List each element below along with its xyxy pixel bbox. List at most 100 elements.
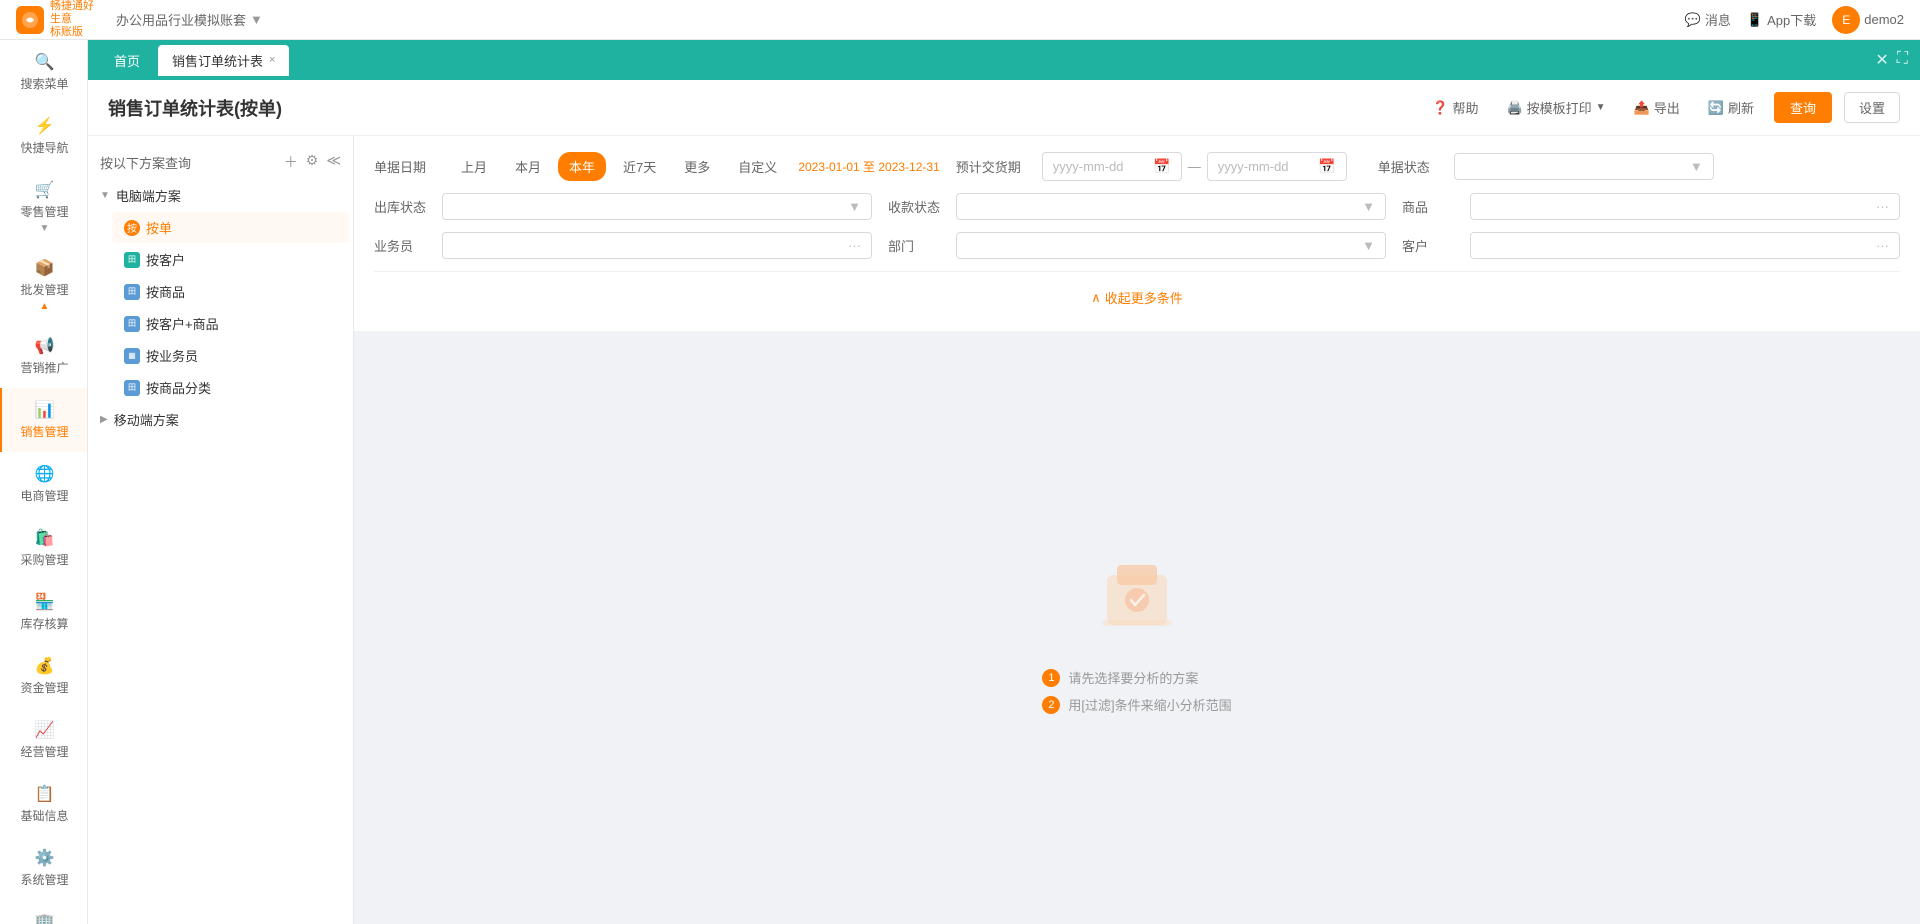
sidebar-item-wholesale[interactable]: 📦 批发管理 ▲	[0, 246, 87, 324]
content-area: 首页 销售订单统计表 × ✕ ⛶ 销售订单统计表(按单) ❓ 帮助	[88, 40, 1920, 924]
sidebar-item-search[interactable]: 🔍 搜索菜单	[0, 40, 87, 104]
dept-select[interactable]: ▼	[956, 232, 1386, 259]
date-btn-more[interactable]: 更多	[673, 152, 721, 181]
tree-item-by-customer-product[interactable]: 田 按客户+商品	[112, 308, 349, 339]
sidebar-item-system[interactable]: ⚙️ 系统管理	[0, 836, 87, 900]
tree-section-mobile-label[interactable]: ▶ 移动端方案	[88, 404, 353, 435]
more-icon3: ···	[1876, 238, 1889, 253]
tab-close-icon[interactable]: ×	[269, 54, 275, 66]
sidebar-item-basic[interactable]: 📋 基础信息	[0, 772, 87, 836]
sidebar-item-sales[interactable]: 📊 销售管理	[0, 388, 87, 452]
avatar: E	[1832, 6, 1860, 34]
ecommerce-icon: 🌐	[35, 464, 55, 484]
tab-bar: 首页 销售订单统计表 × ✕ ⛶	[88, 40, 1920, 80]
sidebar-item-retail[interactable]: 🛒 零售管理 ▼	[0, 168, 87, 246]
collapse-icon: ∧	[1091, 290, 1101, 306]
tree-section-desktop-label[interactable]: ▼ 电脑端方案	[88, 180, 353, 211]
customer-label: 客户	[1402, 236, 1462, 255]
date-btn-lastmonth[interactable]: 上月	[450, 152, 498, 181]
filter-item-staff: 业务员 ···	[374, 232, 872, 259]
sidebar-item-quicknav[interactable]: ⚡ 快捷导航	[0, 104, 87, 168]
collapse-button[interactable]: ∧ 收起更多条件	[374, 280, 1900, 315]
filter-item-customer: 客户 ···	[1402, 232, 1900, 259]
chevron-down-icon: ▼	[100, 190, 110, 201]
tab-current[interactable]: 销售订单统计表 ×	[158, 45, 289, 76]
sidebar-item-inventory[interactable]: 🏪 库存核算	[0, 580, 87, 644]
collapse-panel-button[interactable]: ≪	[326, 152, 341, 172]
product-select[interactable]: ···	[1470, 193, 1900, 220]
tree-item-by-order[interactable]: 按 按单	[112, 212, 349, 243]
sidebar: 🔍 搜索菜单 ⚡ 快捷导航 🛒 零售管理 ▼ 📦 批发管理 ▲ 📢 营销推广 📊…	[0, 40, 88, 924]
tab-minimize-button[interactable]: ✕	[1875, 50, 1888, 70]
sidebar-item-operation[interactable]: 📈 经营管理	[0, 708, 87, 772]
refresh-button[interactable]: 🔄 刷新	[1700, 94, 1762, 121]
tree-item-by-customer[interactable]: 田 按客户	[112, 244, 349, 275]
logo-icon	[16, 6, 44, 34]
corp-icon: 🏢	[35, 912, 55, 924]
chevron-down-icon: ▼	[40, 223, 50, 234]
bill-status-label: 单据状态	[1378, 157, 1438, 176]
user-menu[interactable]: E demo2	[1832, 6, 1904, 34]
dropdown-icon[interactable]: ▼	[250, 12, 263, 27]
customer-select[interactable]: ···	[1470, 232, 1900, 259]
finance-icon: 💰	[35, 656, 55, 676]
operation-icon: 📈	[35, 720, 55, 740]
tree-item-by-category[interactable]: 田 按商品分类	[112, 372, 349, 403]
delivery-date-end[interactable]: yyyy-mm-dd 📅	[1207, 152, 1347, 181]
tree-icon-product: 田	[124, 284, 140, 300]
empty-hints: 1 请先选择要分析的方案 2 用[过滤]条件来缩小分析范围	[1042, 668, 1231, 714]
more-icon2: ···	[848, 238, 861, 253]
print-button[interactable]: 🖨️ 按模板打印 ▼	[1498, 94, 1613, 121]
filter-item-dept: 部门 ▼	[888, 232, 1386, 259]
add-scheme-button[interactable]: ＋	[284, 152, 298, 172]
ship-status-select[interactable]: ▼	[442, 193, 872, 220]
tree-icon-order: 按	[124, 220, 140, 236]
marketing-icon: 📢	[35, 336, 55, 356]
download-button[interactable]: 📱 App下载	[1747, 10, 1816, 29]
left-panel-actions: ＋ ⚙ ≪	[284, 152, 341, 172]
delivery-date-group: yyyy-mm-dd 📅 — yyyy-mm-dd 📅	[1042, 152, 1362, 181]
date-btn-thisyear[interactable]: 本年	[558, 152, 606, 181]
search-icon: 🔍	[35, 52, 55, 72]
payment-status-select[interactable]: ▼	[956, 193, 1386, 220]
staff-label: 业务员	[374, 236, 434, 255]
date-label: 单据日期	[374, 157, 434, 176]
tree-item-by-product[interactable]: 田 按商品	[112, 276, 349, 307]
date-btn-thismonth[interactable]: 本月	[504, 152, 552, 181]
query-button[interactable]: 查询	[1774, 92, 1832, 123]
sidebar-item-corp[interactable]: 🏢 企业协同	[0, 900, 87, 924]
right-content: 单据日期 上月 本月 本年 近7天 更多 自定义 2023-01-01 至 20…	[354, 136, 1920, 924]
print-icon: 🖨️	[1506, 100, 1522, 116]
filter-row2: 出库状态 ▼ 收款状态 ▼	[374, 193, 1900, 220]
settings-scheme-button[interactable]: ⚙	[306, 152, 319, 172]
help-button[interactable]: ❓ 帮助	[1424, 94, 1486, 121]
tree-icon-customer: 田	[124, 252, 140, 268]
date-btn-custom[interactable]: 自定义	[727, 152, 788, 181]
dept-label: 部门	[888, 236, 948, 255]
collapse-row: ∧ 收起更多条件	[374, 271, 1900, 315]
message-icon: 💬	[1685, 12, 1701, 28]
tree-item-by-staff[interactable]: ▦ 按业务员	[112, 340, 349, 371]
top-bar-actions: 💬 消息 📱 App下载 E demo2	[1685, 6, 1904, 34]
message-button[interactable]: 💬 消息	[1685, 10, 1731, 29]
staff-select[interactable]: ···	[442, 232, 872, 259]
delivery-date-label: 预计交货期	[956, 157, 1026, 176]
sidebar-item-purchase[interactable]: 🛍️ 采购管理	[0, 516, 87, 580]
chevron-up-icon: ▲	[40, 301, 50, 312]
tree-section-mobile: ▶ 移动端方案	[88, 404, 353, 435]
bill-status-select[interactable]: ▼	[1454, 153, 1714, 180]
export-button[interactable]: 📤 导出	[1626, 94, 1688, 121]
page-header: 销售订单统计表(按单) ❓ 帮助 🖨️ 按模板打印 ▼ 📤 导出	[88, 80, 1920, 136]
retail-icon: 🛒	[35, 180, 55, 200]
quicknav-icon: ⚡	[35, 116, 55, 136]
sidebar-item-marketing[interactable]: 📢 营销推广	[0, 324, 87, 388]
hint-num-2: 2	[1042, 696, 1060, 714]
date-btn-7days[interactable]: 近7天	[612, 152, 667, 181]
settings-button[interactable]: 设置	[1844, 92, 1900, 123]
tab-home[interactable]: 首页	[100, 45, 154, 76]
date-range-display: 2023-01-01 至 2023-12-31	[798, 158, 939, 175]
tab-fullscreen-button[interactable]: ⛶	[1897, 50, 1908, 70]
delivery-date-start[interactable]: yyyy-mm-dd 📅	[1042, 152, 1182, 181]
sidebar-item-ecommerce[interactable]: 🌐 电商管理	[0, 452, 87, 516]
sidebar-item-finance[interactable]: 💰 资金管理	[0, 644, 87, 708]
